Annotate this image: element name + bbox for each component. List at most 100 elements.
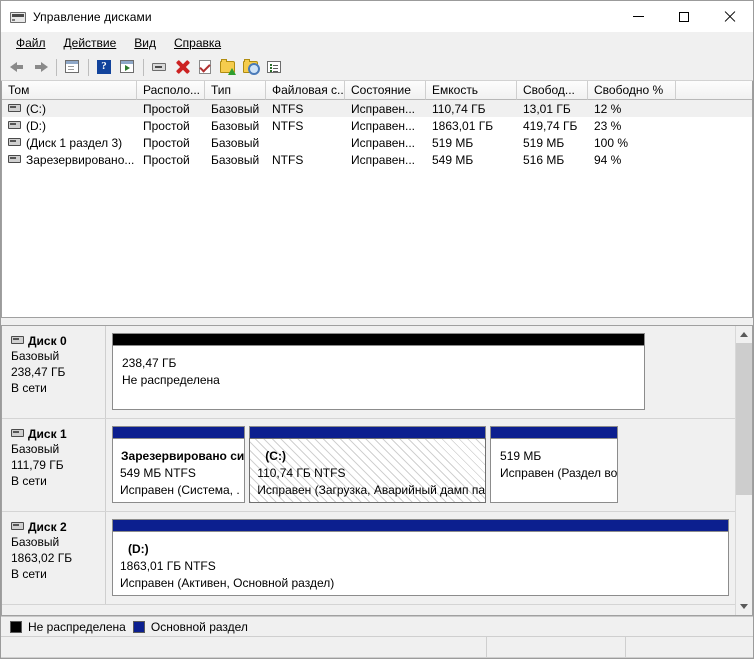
cell-free: 419,74 ГБ <box>517 119 588 133</box>
cell-layout: Простой <box>137 102 205 116</box>
window-title: Управление дисками <box>33 10 152 24</box>
volume-list-rows: (C:) Простой Базовый NTFS Исправен... 11… <box>2 100 752 317</box>
menu-file[interactable]: Файл <box>7 34 55 53</box>
scroll-down-button[interactable] <box>736 598 752 615</box>
table-row[interactable]: Зарезервировано... Простой Базовый NTFS … <box>2 151 752 168</box>
menu-view-label: Вид <box>134 36 156 50</box>
volume-list-pane: Том Располо... Тип Файловая с... Состоян… <box>1 81 753 318</box>
graphical-view-scroll-area: Диск 0 Базовый 238,47 ГБ В сети 238,47 Г… <box>2 326 735 615</box>
cell-free-percent: 94 % <box>588 153 676 167</box>
scrollbar-track[interactable] <box>736 343 752 598</box>
status-bar <box>1 636 753 658</box>
disk-partitions-disk1: Зарезервировано си 549 МБ NTFS Исправен … <box>106 419 735 511</box>
status-pane-1 <box>1 637 487 658</box>
partition-disk1-system-reserved[interactable]: Зарезервировано си 549 МБ NTFS Исправен … <box>112 426 245 503</box>
table-row[interactable]: (C:) Простой Базовый NTFS Исправен... 11… <box>2 100 752 117</box>
disk-title-disk1: Диск 1 <box>11 427 105 441</box>
cell-volume-label: (Диск 1 раздел 3) <box>26 136 122 150</box>
partition-status-label: Исправен (Система, . <box>120 482 244 499</box>
menu-help[interactable]: Справка <box>165 34 230 53</box>
cell-capacity: 110,74 ГБ <box>426 102 517 116</box>
disk-info-disk0[interactable]: Диск 0 Базовый 238,47 ГБ В сети <box>2 326 106 418</box>
forward-button[interactable] <box>29 56 52 78</box>
check-volume-button[interactable] <box>194 56 217 78</box>
cell-filesystem: NTFS <box>266 119 345 133</box>
cell-free-percent: 100 % <box>588 136 676 150</box>
disk-icon <box>11 336 24 344</box>
column-header-layout[interactable]: Располо... <box>137 81 205 100</box>
partition-status-label: Исправен (Раздел во <box>500 465 617 482</box>
red-x-icon <box>174 59 191 75</box>
chevron-down-icon <box>740 604 748 609</box>
disk-size-label: 238,47 ГБ <box>11 365 105 380</box>
cell-filesystem: NTFS <box>266 153 345 167</box>
rescan-disks-button[interactable] <box>148 56 171 78</box>
disk-row: Диск 1 Базовый 111,79 ГБ В сети Зарезерв… <box>2 419 735 512</box>
cell-free: 519 МБ <box>517 136 588 150</box>
disk-name-label: Диск 0 <box>28 334 67 348</box>
partition-body: (C:) 110,74 ГБ NTFS Исправен (Загрузка, … <box>249 438 486 503</box>
column-header-volume[interactable]: Том <box>2 81 137 100</box>
cell-status: Исправен... <box>345 136 426 150</box>
partition-size-label: 110,74 ГБ NTFS <box>257 465 485 482</box>
cell-free-percent: 23 % <box>588 119 676 133</box>
partition-disk0-unallocated[interactable]: 238,47 ГБ Не распределена <box>112 333 645 410</box>
partition-disk2-volume-d[interactable]: (D:) 1863,01 ГБ NTFS Исправен (Активен, … <box>112 519 729 596</box>
disk-row: Диск 2 Базовый 1863,02 ГБ В сети (D:) 18… <box>2 512 735 605</box>
legend-label-unallocated: Не распределена <box>28 620 126 634</box>
disk1-bar-spacer <box>622 426 730 511</box>
maximize-button[interactable] <box>661 1 707 32</box>
cell-volume-label: Зарезервировано... <box>26 153 134 167</box>
partition-size-label: 549 МБ NTFS <box>120 465 244 482</box>
cell-free: 516 МБ <box>517 153 588 167</box>
table-row[interactable]: (Диск 1 раздел 3) Простой Базовый Исправ… <box>2 134 752 151</box>
column-header-type[interactable]: Тип <box>205 81 266 100</box>
help-button[interactable]: ? <box>93 56 116 78</box>
volume-icon <box>8 104 21 112</box>
column-header-status[interactable]: Состояние <box>345 81 426 100</box>
toolbar: ? <box>1 54 753 81</box>
table-row[interactable]: (D:) Простой Базовый NTFS Исправен... 18… <box>2 117 752 134</box>
partition-cap <box>112 426 245 438</box>
disk-info-disk1[interactable]: Диск 1 Базовый 111,79 ГБ В сети <box>2 419 106 511</box>
maximize-icon <box>679 12 689 22</box>
partition-disk1-recovery[interactable]: 519 МБ Исправен (Раздел во <box>490 426 618 503</box>
disk-info-disk2[interactable]: Диск 2 Базовый 1863,02 ГБ В сети <box>2 512 106 604</box>
disk-state-label: В сети <box>11 474 105 489</box>
graphical-view-scrollbar[interactable] <box>735 326 752 615</box>
column-header-free-percent[interactable]: Свободно % <box>588 81 676 100</box>
column-header-filesystem[interactable]: Файловая с... <box>266 81 345 100</box>
scroll-up-button[interactable] <box>736 326 752 343</box>
volume-list-header: Том Располо... Тип Файловая с... Состоян… <box>2 81 752 100</box>
menu-view[interactable]: Вид <box>125 34 165 53</box>
cell-free-percent: 12 % <box>588 102 676 116</box>
menu-action[interactable]: Действие <box>55 34 126 53</box>
disk-type-label: Базовый <box>11 535 105 550</box>
explore-volume-button[interactable] <box>240 56 263 78</box>
column-header-free[interactable]: Свобод... <box>517 81 588 100</box>
properties-button[interactable] <box>263 56 286 78</box>
show-hide-console-tree-button[interactable] <box>61 56 84 78</box>
minimize-button[interactable] <box>615 1 661 32</box>
cell-type: Базовый <box>205 102 266 116</box>
minimize-icon <box>633 16 644 17</box>
folder-magnifier-icon <box>243 59 260 75</box>
column-header-capacity[interactable]: Емкость <box>426 81 517 100</box>
delete-button[interactable] <box>171 56 194 78</box>
back-button[interactable] <box>6 56 29 78</box>
legend-item-unallocated: Не распределена <box>10 620 126 634</box>
partition-label: (C:) <box>257 448 485 465</box>
menu-file-label: Файл <box>16 36 46 50</box>
cell-type: Базовый <box>205 153 266 167</box>
cell-capacity: 519 МБ <box>426 136 517 150</box>
partition-disk1-volume-c[interactable]: (C:) 110,74 ГБ NTFS Исправен (Загрузка, … <box>249 426 486 503</box>
show-action-pane-button[interactable] <box>116 56 139 78</box>
partition-status-label: Исправен (Загрузка, Аварийный дамп па <box>257 482 485 499</box>
close-button[interactable] <box>707 1 753 32</box>
partition-body: 519 МБ Исправен (Раздел во <box>490 438 618 503</box>
pane-splitter[interactable] <box>1 318 753 325</box>
help-question-icon: ? <box>96 59 113 75</box>
extend-volume-button[interactable] <box>217 56 240 78</box>
scrollbar-thumb[interactable] <box>736 343 752 495</box>
column-header-filler <box>676 81 752 100</box>
